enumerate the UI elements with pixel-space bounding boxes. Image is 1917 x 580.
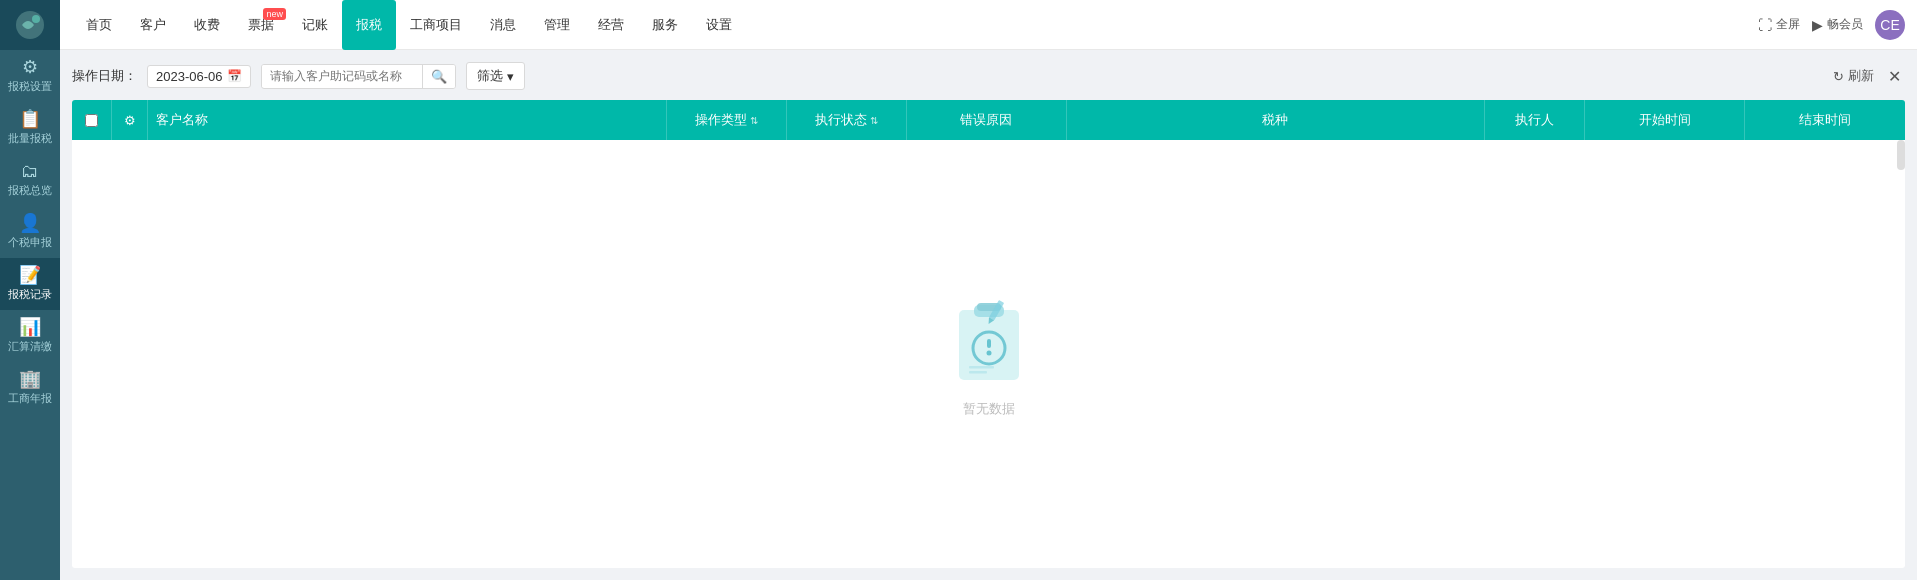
refresh-icon: ↻: [1833, 69, 1844, 84]
search-box: 🔍: [261, 64, 456, 89]
sidebar-item-label: 报税总览: [8, 183, 52, 198]
svg-point-7: [986, 351, 991, 356]
table-body: 暂无数据: [72, 140, 1905, 568]
invoice-badge: new: [263, 8, 286, 21]
th-end-time: 结束时间: [1745, 100, 1905, 140]
date-picker[interactable]: 2023-06-06 📅: [147, 65, 251, 88]
sidebar-item-label: 报税设置: [8, 79, 52, 94]
nav-item-settings[interactable]: 设置: [692, 0, 746, 50]
th-checkbox[interactable]: [72, 100, 112, 140]
scrollbar[interactable]: [1897, 140, 1905, 170]
tax-settings-icon: ⚙: [22, 58, 38, 76]
nav-item-business[interactable]: 工商项目: [396, 0, 476, 50]
top-navigation: 首页 客户 收费 票据 new 记账 报税 工商项目 消息 管理 经营: [60, 0, 1917, 50]
calendar-icon: 📅: [227, 69, 242, 83]
sidebar-item-annual-report[interactable]: 🏢 工商年报: [0, 362, 60, 414]
sidebar-item-label: 工商年报: [8, 391, 52, 406]
annual-report-icon: 🏢: [19, 370, 41, 388]
gear-icon: ⚙: [124, 113, 136, 128]
select-all-checkbox[interactable]: [85, 114, 98, 127]
empty-text: 暂无数据: [963, 400, 1015, 418]
member-btn[interactable]: ▶ 畅会员: [1812, 16, 1863, 33]
nav-item-home[interactable]: 首页: [72, 0, 126, 50]
th-op-type: 操作类型 ⇅: [667, 100, 787, 140]
svg-point-1: [32, 15, 40, 23]
th-tax-type: 税种: [1067, 100, 1485, 140]
th-name: 客户名称: [148, 100, 667, 140]
sidebar-item-label: 报税记录: [8, 287, 52, 302]
sort-icon-op-type[interactable]: ⇅: [750, 115, 758, 126]
main-area: 首页 客户 收费 票据 new 记账 报税 工商项目 消息 管理 经营: [60, 0, 1917, 580]
empty-state: 暂无数据: [924, 270, 1054, 438]
sort-icon-exec-status[interactable]: ⇅: [870, 115, 878, 126]
svg-rect-10: [969, 366, 994, 369]
svg-rect-11: [969, 371, 987, 374]
sidebar-item-tax-settings[interactable]: ⚙ 报税设置: [0, 50, 60, 102]
close-button[interactable]: ✕: [1884, 65, 1905, 88]
sidebar-item-tax-records[interactable]: 📝 报税记录: [0, 258, 60, 310]
sidebar-item-batch-tax[interactable]: 📋 批量报税: [0, 102, 60, 154]
nav-item-service[interactable]: 服务: [638, 0, 692, 50]
sidebar-item-tax-overview[interactable]: 🗂 报税总览: [0, 154, 60, 206]
date-value: 2023-06-06: [156, 69, 223, 84]
fullscreen-icon: ⛶: [1758, 17, 1772, 33]
play-icon: ▶: [1812, 17, 1823, 33]
filter-button[interactable]: 筛选 ▾: [466, 62, 525, 90]
empty-illustration: [944, 290, 1034, 390]
content-area: 操作日期： 2023-06-06 📅 🔍 筛选 ▾ ↻: [60, 50, 1917, 580]
batch-tax-icon: 📋: [19, 110, 41, 128]
refresh-button[interactable]: ↻ 刷新: [1833, 67, 1874, 85]
sidebar-item-label: 汇算清缴: [8, 339, 52, 354]
th-gear[interactable]: ⚙: [112, 100, 148, 140]
user-avatar[interactable]: CE: [1875, 10, 1905, 40]
sidebar-item-personal-tax[interactable]: 👤 个税申报: [0, 206, 60, 258]
nav-item-message[interactable]: 消息: [476, 0, 530, 50]
th-exec-status: 执行状态 ⇅: [787, 100, 907, 140]
nav-item-tax[interactable]: 报税: [342, 0, 396, 50]
settlement-icon: 📊: [19, 318, 41, 336]
sidebar: ⚙ 报税设置 📋 批量报税 🗂 报税总览 👤 个税申报 📝 报税记录 📊 汇算清…: [0, 0, 60, 580]
tax-records-icon: 📝: [19, 266, 41, 284]
th-error-reason: 错误原因: [907, 100, 1067, 140]
tax-overview-icon: 🗂: [21, 162, 39, 180]
search-button[interactable]: 🔍: [422, 65, 455, 88]
nav-item-manage[interactable]: 管理: [530, 0, 584, 50]
search-input[interactable]: [262, 65, 422, 87]
nav-item-billing[interactable]: 收费: [180, 0, 234, 50]
app-logo: [0, 0, 60, 50]
nav-item-account[interactable]: 记账: [288, 0, 342, 50]
fullscreen-btn[interactable]: ⛶ 全屏: [1758, 16, 1800, 33]
th-start-time: 开始时间: [1585, 100, 1745, 140]
sidebar-item-label: 批量报税: [8, 131, 52, 146]
svg-rect-6: [987, 339, 991, 348]
search-icon: 🔍: [431, 69, 447, 84]
page-content: 操作日期： 2023-06-06 📅 🔍 筛选 ▾ ↻: [60, 50, 1917, 580]
filter-bar: 操作日期： 2023-06-06 📅 🔍 筛选 ▾ ↻: [72, 62, 1905, 90]
sidebar-item-settlement[interactable]: 📊 汇算清缴: [0, 310, 60, 362]
sidebar-item-label: 个税申报: [8, 235, 52, 250]
personal-tax-icon: 👤: [19, 214, 41, 232]
th-executor: 执行人: [1485, 100, 1585, 140]
nav-item-customer[interactable]: 客户: [126, 0, 180, 50]
chevron-down-icon: ▾: [507, 69, 514, 84]
table-header: ⚙ 客户名称 操作类型 ⇅ 执行状态 ⇅ 错误原因: [72, 100, 1905, 140]
date-label: 操作日期：: [72, 67, 137, 85]
filter-label-text: 筛选: [477, 67, 503, 85]
topnav-right: ⛶ 全屏 ▶ 畅会员 CE: [1758, 10, 1905, 40]
nav-item-invoice[interactable]: 票据 new: [234, 0, 288, 50]
table-container: ⚙ 客户名称 操作类型 ⇅ 执行状态 ⇅ 错误原因: [72, 100, 1905, 568]
nav-item-operate[interactable]: 经营: [584, 0, 638, 50]
